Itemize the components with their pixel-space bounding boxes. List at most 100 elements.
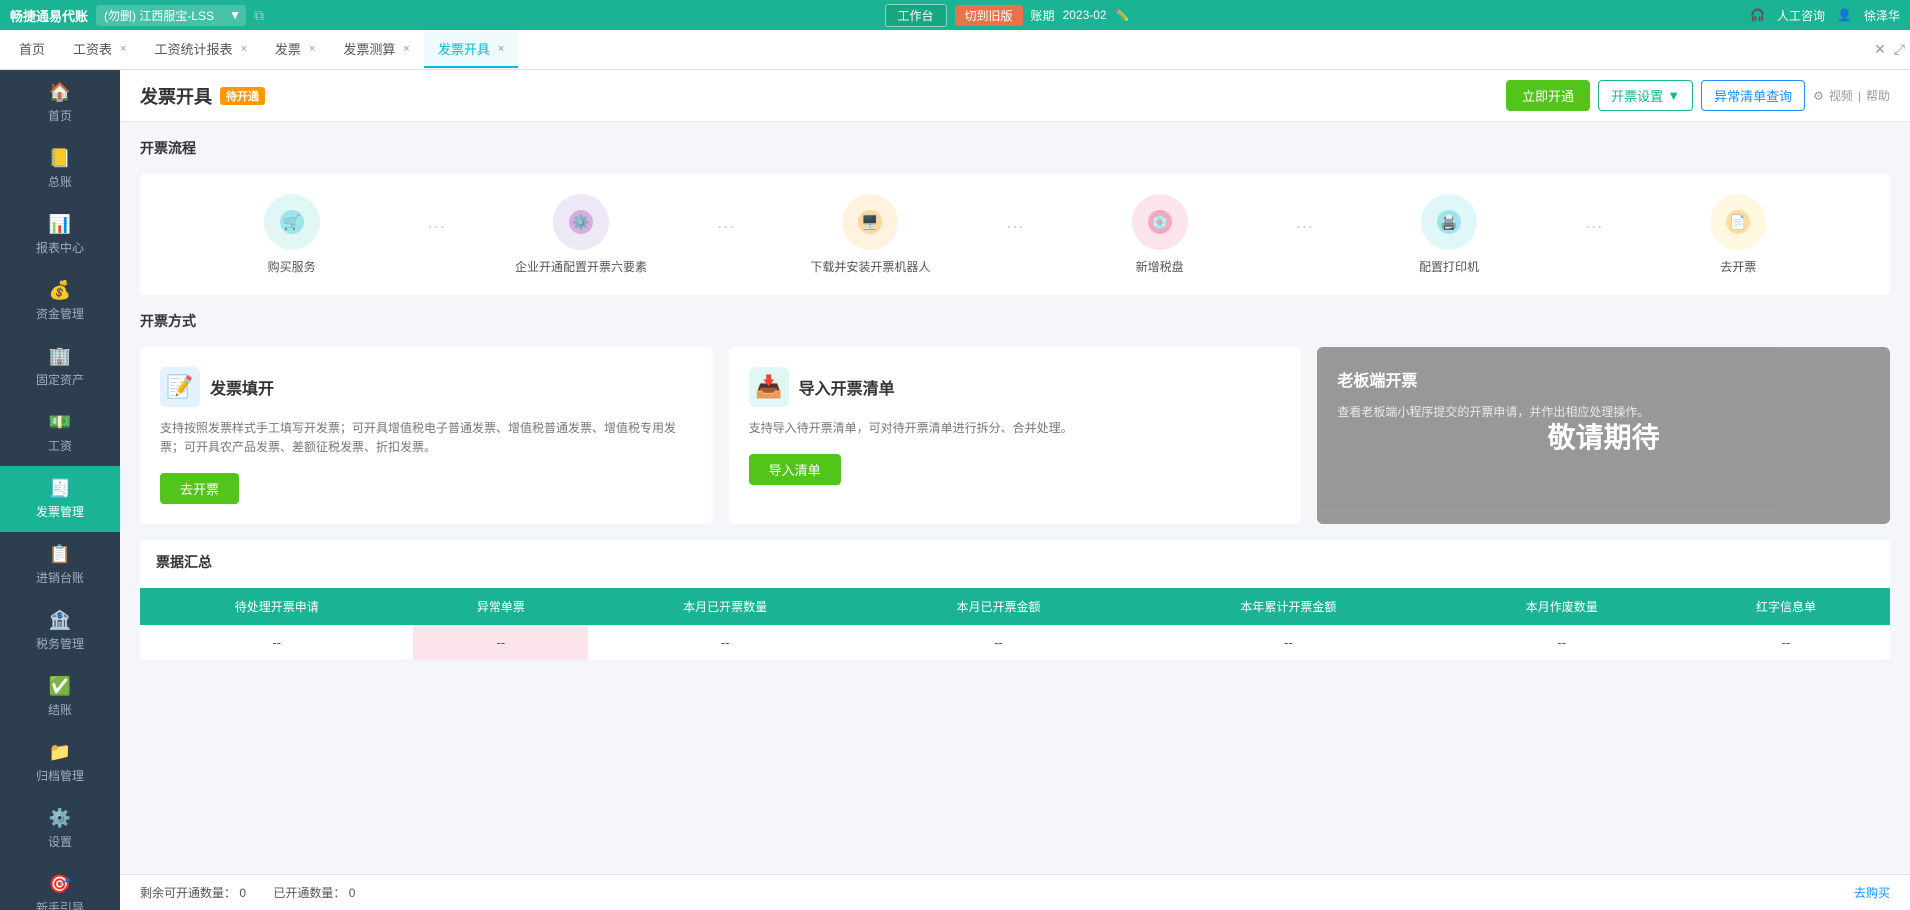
config-enterprise-icon: ⚙️ (553, 194, 609, 250)
tab-invoice-close[interactable]: × (309, 43, 315, 55)
sidebar-item-invoice-mgmt[interactable]: 🧾 发票管理 (0, 466, 120, 532)
summary-table: 待处理开票申请 异常单票 本月已开票数量 本月已开票金额 本年累计开票金额 本月… (140, 588, 1890, 661)
user-avatar-icon: 👤 (1837, 8, 1852, 22)
top-bar-right: 🎧 人工咨询 👤 徐泽华 (1750, 7, 1900, 24)
assets-icon: 🏢 (49, 346, 71, 367)
summary-table-header-row: 待处理开票申请 异常单票 本月已开票数量 本月已开票金额 本年累计开票金额 本月… (140, 588, 1890, 625)
help-docs-label[interactable]: 帮助 (1866, 87, 1890, 104)
sidebar-item-funds[interactable]: 💰 资金管理 (0, 268, 120, 334)
tax-mgmt-icon: 🏦 (49, 610, 71, 631)
sidebar-item-home[interactable]: 🏠 首页 (0, 70, 120, 136)
guide-icon: 🎯 (49, 874, 71, 895)
col-abnormal: 异常单票 (413, 588, 588, 625)
settings-icon: ⚙️ (49, 808, 71, 829)
company-selector[interactable]: (勿删) 江西服宝-LSS ▼ (96, 5, 246, 26)
flow-step-download-robot: 🖥️ 下载并安装开票机器人 (739, 194, 1002, 275)
tab-close-all-icon[interactable]: ✕ (1874, 41, 1886, 58)
sidebar-item-tax-mgmt[interactable]: 🏦 税务管理 (0, 598, 120, 664)
top-bar-left: 畅捷通易代账 (勿删) 江西服宝-LSS ▼ ⧉ (10, 5, 264, 26)
sidebar-item-guide[interactable]: 🎯 新手引导 (0, 862, 120, 910)
user-name[interactable]: 徐泽华 (1864, 7, 1900, 24)
funds-icon: 💰 (49, 280, 71, 301)
sidebar: 🏠 首页 📒 总账 📊 报表中心 💰 资金管理 🏢 固定资产 💵 工资 🧾 发票… (0, 70, 120, 910)
help-views-label[interactable]: 视频 (1829, 87, 1853, 104)
method-boss-header: 老板端开票 (1337, 367, 1870, 391)
method-manual-btn[interactable]: 去开票 (160, 473, 239, 504)
main-layout: 🏠 首页 📒 总账 📊 报表中心 💰 资金管理 🏢 固定资产 💵 工资 🧾 发票… (0, 70, 1910, 910)
ledger-icon: 📒 (49, 148, 71, 169)
tab-bar-right: ✕ ⤢ (1874, 41, 1905, 58)
method-import-header: 📥 导入开票清单 (749, 367, 1282, 407)
method-import-btn[interactable]: 导入清单 (749, 454, 841, 485)
open-settings-button[interactable]: 开票设置 ▼ (1598, 80, 1693, 111)
sidebar-item-assets[interactable]: 🏢 固定资产 (0, 334, 120, 400)
top-bar-center: 工作台 切到旧版 账期 2023-02 ✏️ (885, 4, 1130, 27)
open-now-button[interactable]: 立即开通 (1506, 80, 1590, 111)
tab-invoice[interactable]: 发票 × (261, 31, 329, 68)
bottom-bar-left: 剩余可开通数量： 0 已开通数量： 0 (140, 884, 355, 901)
svg-text:💿: 💿 (1151, 214, 1168, 231)
svg-text:🖨️: 🖨️ (1440, 214, 1457, 231)
methods-section-title: 开票方式 (140, 311, 1890, 331)
settings-dropdown-icon: ▼ (1667, 88, 1680, 103)
method-manual-title: 发票填开 (210, 375, 274, 399)
period-label: 账期 (1031, 7, 1055, 24)
tab-salary-report[interactable]: 工资统计报表 × (140, 31, 260, 68)
tab-invoice-calc-close[interactable]: × (403, 43, 409, 55)
content-area: 发票开具 待开通 立即开通 开票设置 ▼ 异常清单查询 ⚙ 视频 | 帮助 (120, 70, 1910, 910)
config-enterprise-label: 企业开通配置开票六要素 (515, 258, 647, 275)
flow-arrow-5: ··· (1585, 216, 1603, 253)
flow-step-config-enterprise: ⚙️ 企业开通配置开票六要素 (449, 194, 712, 275)
method-manual-icon: 📝 (160, 367, 200, 407)
sidebar-item-salary[interactable]: 💵 工资 (0, 400, 120, 466)
add-taxdisk-label: 新增税盘 (1136, 258, 1184, 275)
abnormal-query-button[interactable]: 异常清单查询 (1701, 80, 1805, 111)
config-printer-icon: 🖨️ (1421, 194, 1477, 250)
method-manual-header: 📝 发票填开 (160, 367, 693, 407)
workspace-button[interactable]: 工作台 (885, 4, 947, 27)
tab-invoice-tool[interactable]: 发票开具 × (424, 31, 518, 68)
add-taxdisk-icon: 💿 (1132, 194, 1188, 250)
col-red-info: 红字信息单 (1682, 588, 1890, 625)
sidebar-item-settings[interactable]: ⚙️ 设置 (0, 796, 120, 862)
tab-salary-close[interactable]: × (120, 43, 126, 55)
cell-pending: -- (140, 625, 413, 661)
period-edit-icon[interactable]: ✏️ (1115, 8, 1130, 22)
flow-step-add-taxdisk: 💿 新增税盘 (1028, 194, 1291, 275)
top-bar: 畅捷通易代账 (勿删) 江西服宝-LSS ▼ ⧉ 工作台 切到旧版 账期 202… (0, 0, 1910, 30)
config-printer-label: 配置打印机 (1419, 258, 1479, 275)
page-header: 发票开具 待开通 立即开通 开票设置 ▼ 异常清单查询 ⚙ 视频 | 帮助 (120, 70, 1910, 122)
customer-service-icon: 🎧 (1750, 8, 1765, 22)
switch-old-version-button[interactable]: 切到旧版 (955, 5, 1023, 26)
tab-salary-report-close[interactable]: × (240, 43, 246, 55)
header-help: ⚙ 视频 | 帮助 (1813, 87, 1890, 104)
archive-icon: 📁 (49, 742, 71, 763)
sidebar-item-archive[interactable]: 📁 归档管理 (0, 730, 120, 796)
tab-expand-icon[interactable]: ⤢ (1894, 41, 1905, 58)
purchase-sales-icon: 📋 (49, 544, 71, 565)
method-boss-title: 老板端开票 (1337, 367, 1417, 391)
flow-section-title: 开票流程 (140, 138, 1890, 158)
tab-home[interactable]: 首页 (5, 31, 59, 68)
cell-monthly-amount: -- (862, 625, 1135, 661)
summary-section: 票据汇总 待处理开票申请 异常单票 本月已开票数量 本月已开票金额 本年累计开票… (140, 540, 1890, 661)
flow-steps: 🛒 购买服务 ··· ⚙️ 企业开通配置开票六要素 ··· 🖥️ 下载 (140, 174, 1890, 295)
sidebar-item-reconcile[interactable]: ✅ 结账 (0, 664, 120, 730)
customer-service-label[interactable]: 人工咨询 (1777, 7, 1825, 24)
app-logo: 畅捷通易代账 (10, 6, 88, 25)
sidebar-item-ledger[interactable]: 📒 总账 (0, 136, 120, 202)
download-robot-icon: 🖥️ (842, 194, 898, 250)
tab-invoice-calc[interactable]: 发票测算 × (329, 31, 423, 68)
method-card-manual: 📝 发票填开 支持按照发票样式手工填写开发票；可开具增值税电子普通发票、增值税普… (140, 347, 713, 524)
sidebar-item-reports[interactable]: 📊 报表中心 (0, 202, 120, 268)
tab-invoice-tool-close[interactable]: × (498, 43, 504, 55)
cell-monthly-count: -- (588, 625, 861, 661)
tab-salary[interactable]: 工资表 × (59, 31, 140, 68)
period-value: 2023-02 (1063, 8, 1107, 22)
buy-link[interactable]: 去购买 (1854, 884, 1890, 901)
settings-circle-icon: ⚙ (1813, 89, 1824, 103)
page-content: 开票流程 🛒 购买服务 ··· ⚙️ 企业开通配置开票六要素 ··· (120, 122, 1910, 874)
status-badge: 待开通 (220, 87, 265, 105)
sidebar-item-purchase-sales[interactable]: 📋 进销台账 (0, 532, 120, 598)
cell-red-info: -- (1682, 625, 1890, 661)
